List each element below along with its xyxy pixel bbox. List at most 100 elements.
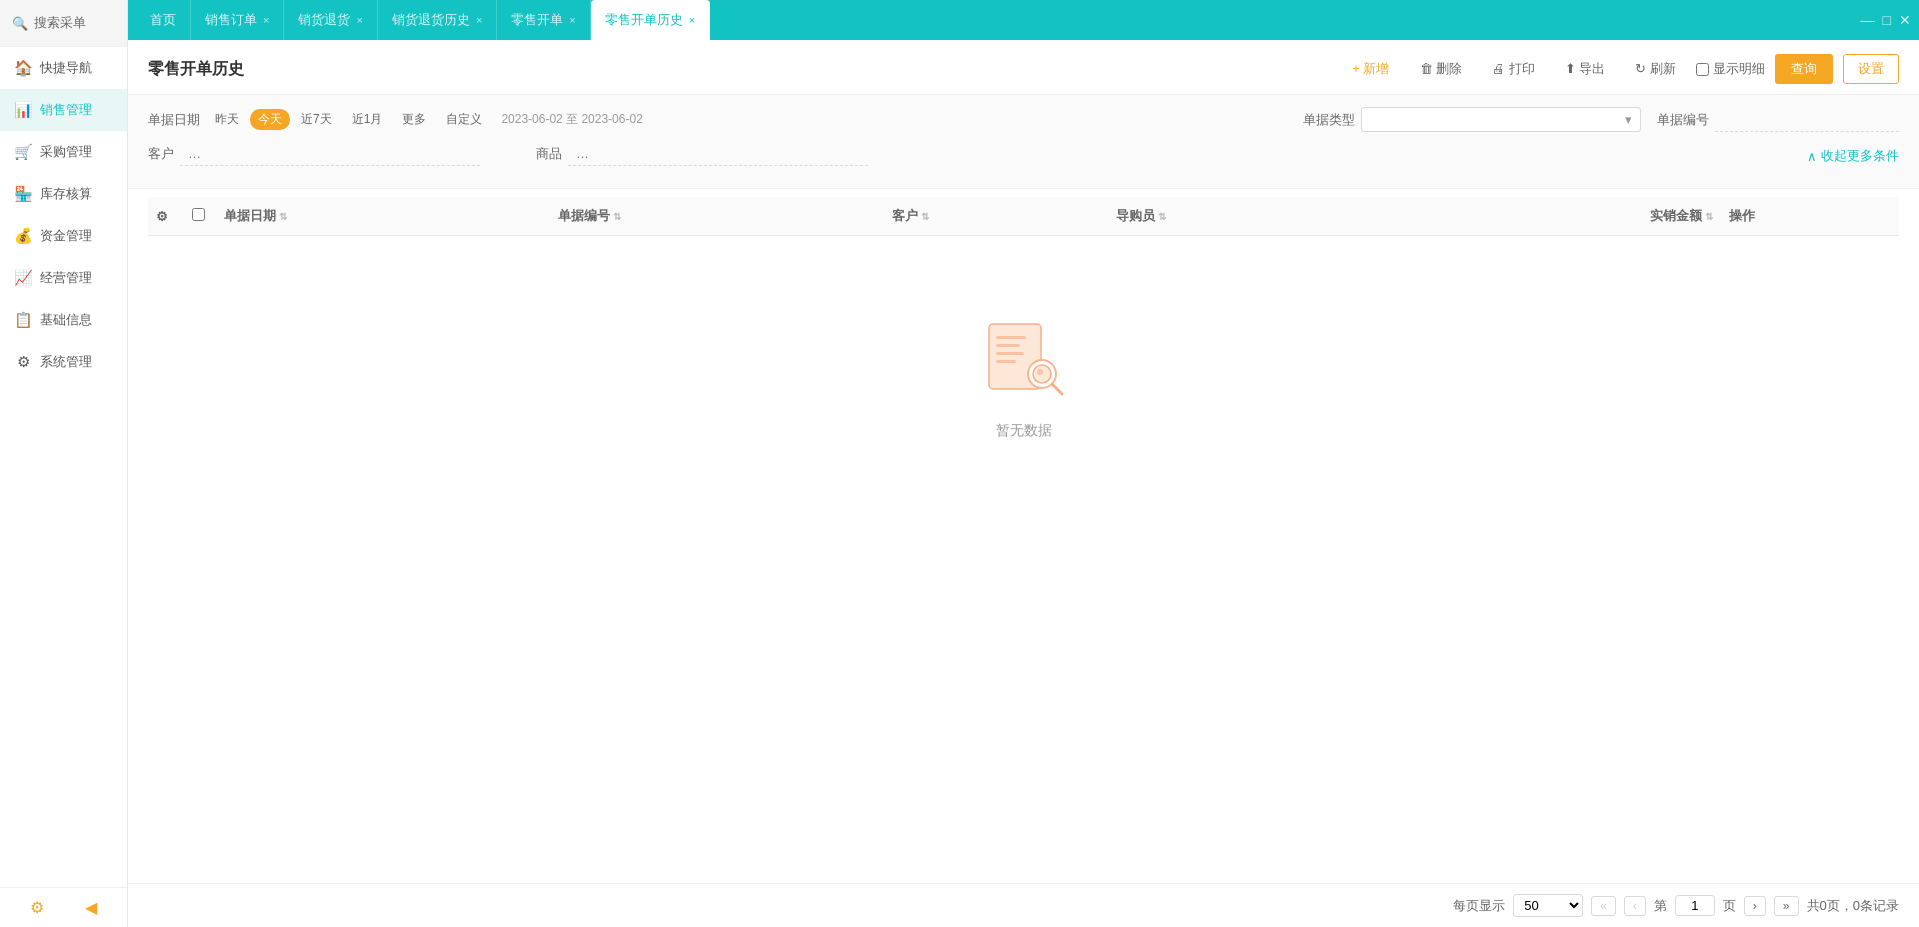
sidebar-item-ops-mgmt[interactable]: 📈 经营管理 (0, 257, 127, 299)
tab-bar: 首页 销售订单 × 销货退货 × 销货退货历史 × 零售开单 × 零售开单历史 … (128, 0, 1919, 40)
finance-icon: 💰 (14, 227, 32, 245)
customer-filter: 客户 (148, 142, 480, 166)
tab-retail-open-label: 零售开单 (511, 11, 563, 29)
sidebar-search[interactable]: 🔍 搜索采单 (0, 0, 127, 47)
sidebar-item-purchase-mgmt[interactable]: 🛒 采购管理 (0, 131, 127, 173)
doc-no-filter: 单据编号 (1657, 108, 1899, 132)
th-ops: 操作 (1721, 197, 1899, 236)
product-label: 商品 (536, 145, 562, 163)
settings-button[interactable]: 设置 (1843, 54, 1899, 84)
svg-line-7 (1052, 384, 1062, 394)
tab-sales-return[interactable]: 销货退货 × (284, 0, 377, 40)
date-range-display: 2023-06-02 至 2023-06-02 (501, 111, 642, 128)
doc-type-select[interactable]: ▾ (1361, 107, 1641, 132)
export-button[interactable]: ⬆ 导出 (1555, 55, 1616, 83)
page-title: 零售开单历史 (148, 59, 244, 80)
settings-icon[interactable]: ⚙ (156, 209, 168, 224)
th-settings: ⚙ (148, 197, 184, 236)
sidebar-collapse-btn[interactable]: ◀ (85, 898, 97, 917)
search-icon: 🔍 (12, 16, 28, 31)
date-more-btn[interactable]: 更多 (393, 108, 435, 131)
collapse-button[interactable]: ∧ 收起更多条件 (1807, 147, 1899, 165)
sort-icon-guide[interactable]: ⇅ (1158, 211, 1166, 222)
window-maximize-btn[interactable]: □ (1883, 12, 1891, 28)
sidebar-item-quick-nav[interactable]: 🏠 快捷导航 (0, 47, 127, 89)
empty-text: 暂无数据 (996, 422, 1052, 440)
customer-label: 客户 (148, 145, 174, 163)
purchase-icon: 🛒 (14, 143, 32, 161)
tab-home[interactable]: 首页 (136, 0, 191, 40)
refresh-button[interactable]: ↻ 刷新 (1625, 55, 1686, 83)
chevron-down-icon: ▾ (1625, 112, 1632, 127)
product-filter: 商品 (536, 142, 868, 166)
sidebar-item-sys-mgmt[interactable]: ⚙ 系统管理 (0, 341, 127, 383)
date-last-month-btn[interactable]: 近1月 (343, 108, 392, 131)
basic-icon: 📋 (14, 311, 32, 329)
page-number-input[interactable]: 1 (1675, 895, 1715, 916)
th-date: 单据日期 ⇅ (216, 197, 550, 236)
filter-row-1: 单据日期 昨天 今天 近7天 近1月 更多 自定义 2023-06-02 至 2… (148, 107, 1899, 132)
doc-no-input[interactable] (1715, 108, 1899, 132)
sidebar-item-basic-info[interactable]: 📋 基础信息 (0, 299, 127, 341)
sort-icon-date[interactable]: ⇅ (279, 211, 287, 222)
last-page-btn[interactable]: » (1774, 896, 1799, 916)
date-custom-btn[interactable]: 自定义 (437, 108, 491, 131)
tab-retail-history[interactable]: 零售开单历史 × (591, 0, 710, 40)
table-body: 暂无数据 (148, 236, 1899, 521)
page-size-select[interactable]: 50 20 100 (1513, 894, 1583, 917)
window-controls: — □ ✕ (1861, 12, 1911, 28)
sidebar-item-inventory[interactable]: 🏪 库存核算 (0, 173, 127, 215)
sidebar-item-finance[interactable]: 💰 资金管理 (0, 215, 127, 257)
sidebar-search-label: 搜索采单 (34, 14, 86, 32)
add-button[interactable]: + 新增 (1342, 55, 1399, 83)
tab-retail-history-close[interactable]: × (689, 14, 695, 26)
prev-page-btn[interactable]: ‹ (1624, 896, 1646, 916)
window-close-btn[interactable]: ✕ (1899, 12, 1911, 28)
print-button[interactable]: 🖨 打印 (1482, 55, 1545, 83)
tab-sales-return-label: 销货退货 (298, 11, 350, 29)
first-page-btn[interactable]: « (1591, 896, 1616, 916)
tab-retail-open[interactable]: 零售开单 × (497, 0, 590, 40)
sidebar-item-label: 基础信息 (40, 311, 92, 329)
sidebar-settings-btn[interactable]: ⚙ (30, 898, 44, 917)
sidebar-item-sales-mgmt[interactable]: 📊 销售管理 (0, 89, 127, 131)
sort-icon-no[interactable]: ⇅ (613, 211, 621, 222)
select-all-checkbox[interactable] (192, 208, 205, 221)
svg-rect-3 (996, 352, 1024, 355)
sidebar-item-label: 系统管理 (40, 353, 92, 371)
delete-button[interactable]: 🗑 删除 (1410, 55, 1473, 83)
th-check (184, 197, 216, 236)
table-area: ⚙ 单据日期 ⇅ 单据编号 (128, 189, 1919, 883)
sort-icon-customer[interactable]: ⇅ (921, 211, 929, 222)
header-actions: + 新增 🗑 删除 🖨 打印 ⬆ 导出 ↻ 刷新 显示明细 查询 设置 (1342, 54, 1899, 84)
query-button[interactable]: 查询 (1775, 54, 1833, 84)
customer-input[interactable] (180, 142, 480, 166)
product-input[interactable] (568, 142, 868, 166)
date-today-btn[interactable]: 今天 (250, 109, 290, 130)
th-ops-label: 操作 (1729, 208, 1755, 223)
next-page-btn[interactable]: › (1744, 896, 1766, 916)
table-head: ⚙ 单据日期 ⇅ 单据编号 (148, 197, 1899, 236)
inventory-icon: 🏪 (14, 185, 32, 203)
empty-illustration (974, 316, 1074, 406)
tab-sales-order[interactable]: 销售订单 × (191, 0, 284, 40)
home-icon: 🏠 (14, 59, 32, 77)
tab-sales-order-label: 销售订单 (205, 11, 257, 29)
tab-sales-return-history-close[interactable]: × (476, 14, 482, 26)
tab-sales-order-close[interactable]: × (263, 14, 269, 26)
date-yesterday-btn[interactable]: 昨天 (206, 108, 248, 131)
date-last7-btn[interactable]: 近7天 (292, 108, 341, 131)
show-detail-input[interactable] (1696, 63, 1709, 76)
sidebar-item-label: 资金管理 (40, 227, 92, 245)
window-minimize-btn[interactable]: — (1861, 12, 1875, 28)
tab-sales-return-history[interactable]: 销货退货历史 × (378, 0, 497, 40)
tab-sales-return-close[interactable]: × (356, 14, 362, 26)
th-no: 单据编号 ⇅ (550, 197, 884, 236)
svg-rect-2 (996, 344, 1020, 347)
sort-icon-amount[interactable]: ⇅ (1705, 211, 1713, 222)
th-customer: 客户 ⇅ (884, 197, 1108, 236)
main-area: 首页 销售订单 × 销货退货 × 销货退货历史 × 零售开单 × 零售开单历史 … (128, 0, 1919, 927)
page-unit: 页 (1723, 897, 1736, 915)
show-detail-checkbox[interactable]: 显示明细 (1696, 60, 1765, 78)
tab-retail-open-close[interactable]: × (569, 14, 575, 26)
